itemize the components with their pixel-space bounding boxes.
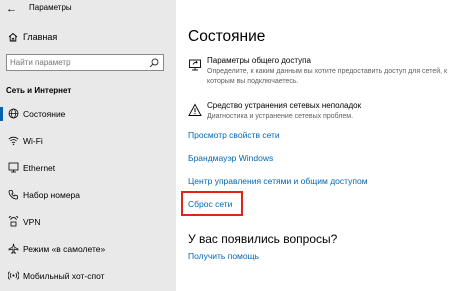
sidebar-item-hotspot[interactable]: Мобильный хот-спот bbox=[0, 262, 176, 289]
title-bar: ← Параметры bbox=[0, 0, 176, 18]
nav-home[interactable]: Главная bbox=[0, 30, 176, 46]
sidebar-item-airplane[interactable]: Режим «в самолете» bbox=[0, 235, 176, 262]
nav-list: Состояние Wi-Fi Ethernet Набор номера VP… bbox=[0, 100, 176, 289]
sidebar-item-label: Режим «в самолете» bbox=[23, 244, 106, 254]
hotspot-icon bbox=[8, 271, 19, 280]
sidebar-item-dialup[interactable]: Набор номера bbox=[0, 181, 176, 208]
sharing-options-description: Определите, к каким данным вы хотите пре… bbox=[207, 68, 448, 85]
globe-icon bbox=[8, 108, 19, 119]
sidebar-item-ethernet[interactable]: Ethernet bbox=[0, 154, 176, 181]
sidebar-item-label: Состояние bbox=[23, 109, 66, 119]
get-help-link[interactable]: Получить помощь bbox=[188, 251, 259, 261]
windows-firewall-link[interactable]: Брандмауэр Windows bbox=[188, 153, 273, 163]
sharing-options-title: Параметры общего доступа bbox=[207, 56, 311, 65]
questions-heading: У вас появились вопросы? bbox=[188, 232, 338, 246]
window-title: Параметры bbox=[29, 3, 72, 12]
sidebar-item-label: Набор номера bbox=[23, 190, 80, 200]
network-sharing-center-link[interactable]: Центр управления сетями и общим доступом bbox=[188, 176, 368, 186]
wifi-icon bbox=[8, 136, 19, 146]
sharing-options[interactable]: Параметры общего доступа Определите, к к… bbox=[188, 56, 474, 90]
warning-icon bbox=[188, 103, 202, 116]
sidebar-item-status[interactable]: Состояние bbox=[0, 100, 176, 127]
vpn-icon bbox=[8, 216, 19, 227]
search-icon[interactable] bbox=[149, 58, 159, 68]
section-title: Сеть и Интернет bbox=[6, 86, 72, 95]
page-title: Состояние bbox=[188, 28, 266, 45]
search-input[interactable] bbox=[10, 57, 145, 68]
sidebar-item-label: Wi-Fi bbox=[23, 136, 43, 146]
sidebar-item-wifi[interactable]: Wi-Fi bbox=[0, 127, 176, 154]
home-icon bbox=[8, 32, 18, 42]
main-content: Состояние Параметры общего доступа Опред… bbox=[176, 0, 474, 291]
sidebar-item-label: Ethernet bbox=[23, 163, 56, 173]
nav-home-label: Главная bbox=[23, 32, 58, 42]
network-troubleshooter-description: Диагностика и устранение сетевых проблем… bbox=[207, 113, 354, 120]
ethernet-icon bbox=[8, 162, 19, 173]
airplane-icon bbox=[8, 243, 19, 254]
network-reset-link[interactable]: Сброс сети bbox=[188, 199, 232, 209]
view-network-properties-link[interactable]: Просмотр свойств сети bbox=[188, 130, 280, 140]
sidebar-item-label: VPN bbox=[23, 217, 41, 227]
sharing-icon bbox=[189, 59, 201, 71]
sidebar: ← Параметры Главная Сеть и Интернет Сост… bbox=[0, 0, 176, 291]
phone-icon bbox=[8, 190, 18, 200]
back-arrow-icon[interactable]: ← bbox=[6, 4, 17, 15]
network-troubleshooter[interactable]: Средство устранения сетевых неполадок Ди… bbox=[188, 101, 474, 125]
search-box[interactable] bbox=[6, 54, 164, 71]
sidebar-item-label: Мобильный хот-спот bbox=[23, 271, 105, 281]
sidebar-item-vpn[interactable]: VPN bbox=[0, 208, 176, 235]
network-troubleshooter-title: Средство устранения сетевых неполадок bbox=[207, 101, 362, 110]
